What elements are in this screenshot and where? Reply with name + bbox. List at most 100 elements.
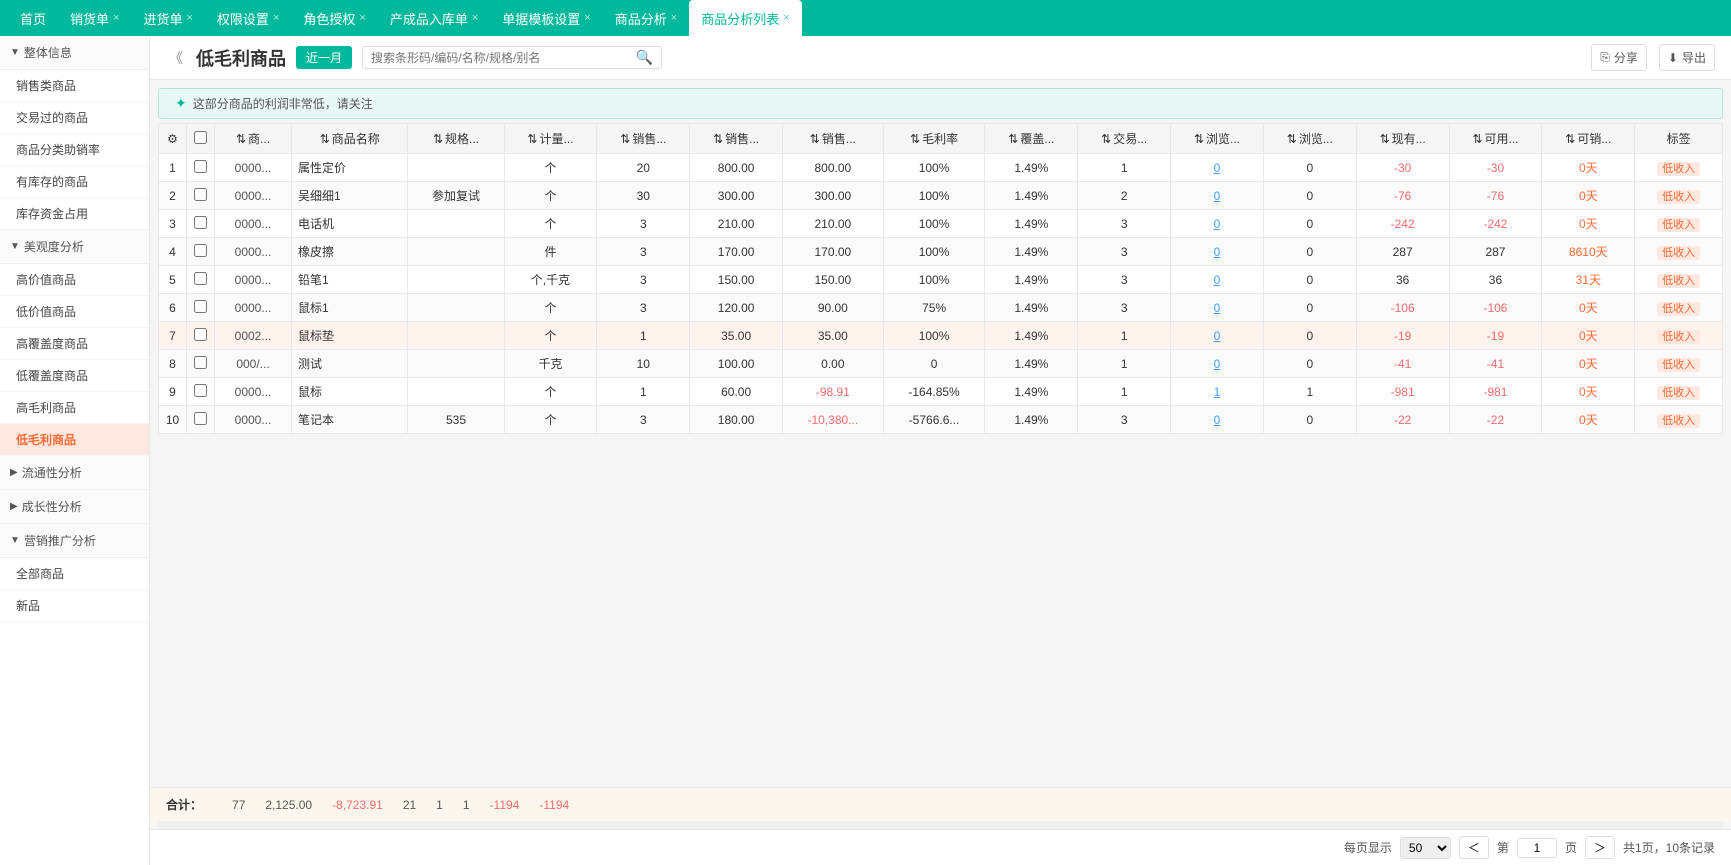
view1-link[interactable]: 0 [1214,329,1221,343]
group-overall-arrow: ▼ [10,47,20,58]
sidebar-group-growth[interactable]: ▶ 成长性分析 [0,490,149,524]
cell-checkbox[interactable] [187,182,215,210]
cell-available: 36 [1449,266,1542,294]
cell-checkbox[interactable] [187,210,215,238]
cell-code: 0000... [215,294,292,322]
cell-code: 0000... [215,182,292,210]
nav-template-close[interactable]: × [584,12,590,24]
sidebar-group-overall[interactable]: ▼ 整体信息 [0,36,149,70]
sidebar-item-low-coverage[interactable]: 低覆盖度商品 [0,360,149,392]
cell-name: 笔记本 [292,406,408,434]
nav-template[interactable]: 单据模板设置 × [490,0,602,36]
row-checkbox[interactable] [194,412,207,425]
search-icon[interactable]: 🔍 [636,49,653,66]
view1-link[interactable]: 0 [1214,273,1221,287]
view1-link[interactable]: 0 [1214,189,1221,203]
view1-link[interactable]: 0 [1214,413,1221,427]
sidebar-item-low-margin[interactable]: 低毛利商品 [0,424,149,456]
per-page-select[interactable]: 50 100 200 [1400,837,1451,859]
sidebar-item-new-products[interactable]: 新品 [0,590,149,622]
sidebar-group-liquidity[interactable]: ▶ 流通性分析 [0,456,149,490]
view1-link[interactable]: 0 [1214,301,1221,315]
settings-icon[interactable]: ⚙ [167,132,178,146]
nav-sales[interactable]: 销货单 × [58,0,131,36]
sidebar-item-low-value[interactable]: 低价值商品 [0,296,149,328]
nav-product-analysis-list-close[interactable]: × [783,12,789,24]
cell-no: 6 [159,294,187,322]
export-button[interactable]: ⬇ 导出 [1659,44,1715,71]
nav-sales-close[interactable]: × [113,12,119,24]
view1-link[interactable]: 0 [1214,217,1221,231]
row-checkbox[interactable] [194,272,207,285]
total-sales-profit: -8,723.91 [332,798,383,812]
nav-product-analysis-list[interactable]: 商品分析列表 × [689,0,801,36]
th-settings[interactable]: ⚙ [159,124,187,154]
page-number-input[interactable] [1517,838,1557,858]
sort-icon: ⇅ [236,132,246,146]
nav-roles[interactable]: 角色授权 × [291,0,377,36]
cell-gross-margin: 0 [883,350,985,378]
view1-link[interactable]: 0 [1214,161,1221,175]
sidebar-item-stock-products[interactable]: 有库存的商品 [0,166,149,198]
view1-link[interactable]: 0 [1214,357,1221,371]
select-all-checkbox[interactable] [194,131,207,144]
horizontal-scrollbar[interactable] [158,821,1723,829]
prev-page-btn[interactable]: ＜ [1459,836,1489,859]
date-filter-btn[interactable]: 近一月 [296,46,352,69]
table-container[interactable]: ⚙ ⇅商... ⇅商品名称 ⇅规格... ⇅计量... ⇅销售... ⇅销售..… [150,123,1731,787]
search-input[interactable] [371,51,636,65]
nav-home[interactable]: 首页 [8,0,58,36]
cell-checkbox[interactable] [187,294,215,322]
nav-product-analysis-close[interactable]: × [671,12,677,24]
next-page-btn[interactable]: ＞ [1585,836,1615,859]
sidebar-collapse-btn[interactable]: 《 [166,44,186,71]
sidebar-group-aesthetics[interactable]: ▼ 美观度分析 [0,230,149,264]
sidebar-item-high-margin[interactable]: 高毛利商品 [0,392,149,424]
row-checkbox[interactable] [194,328,207,341]
cell-view1: 1 [1171,378,1264,406]
row-checkbox[interactable] [194,244,207,257]
sidebar-item-all-products[interactable]: 全部商品 [0,558,149,590]
cell-sales-profit: -98.91 [783,378,884,406]
view1-link[interactable]: 1 [1214,385,1221,399]
row-checkbox[interactable] [194,300,207,313]
row-checkbox[interactable] [194,384,207,397]
cell-sales-qty: 1 [597,322,690,350]
cell-checkbox[interactable] [187,322,215,350]
th-checkbox[interactable] [187,124,215,154]
nav-permissions[interactable]: 权限设置 × [205,0,291,36]
sidebar-item-high-coverage[interactable]: 高覆盖度商品 [0,328,149,360]
share-button[interactable]: ⎘ 分享 [1591,44,1647,71]
sidebar-item-high-value[interactable]: 高价值商品 [0,264,149,296]
row-checkbox[interactable] [194,160,207,173]
nav-roles-close[interactable]: × [359,12,365,24]
nav-purchase-close[interactable]: × [186,12,192,24]
cell-tag: 低收入 [1635,350,1723,378]
nav-product-entry-close[interactable]: × [472,12,478,24]
sidebar-item-category-rate[interactable]: 商品分类助销率 [0,134,149,166]
nav-purchase[interactable]: 进货单 × [131,0,204,36]
row-checkbox[interactable] [194,216,207,229]
view1-link[interactable]: 0 [1214,245,1221,259]
cell-checkbox[interactable] [187,350,215,378]
cell-checkbox[interactable] [187,378,215,406]
cell-checkbox[interactable] [187,238,215,266]
cell-checkbox[interactable] [187,266,215,294]
th-saleable: ⇅可销... [1542,124,1635,154]
nav-product-analysis[interactable]: 商品分析 × [603,0,689,36]
cell-checkbox[interactable] [187,154,215,182]
cell-current: -30 [1356,154,1449,182]
sidebar-item-stock-capital[interactable]: 库存资金占用 [0,198,149,230]
nav-product-entry[interactable]: 产成品入库单 × [378,0,490,36]
cell-code: 0002... [215,322,292,350]
cell-coverage: 1.49% [985,266,1078,294]
cell-view2: 0 [1263,294,1356,322]
sidebar-group-marketing[interactable]: ▼ 营销推广分析 [0,524,149,558]
row-checkbox[interactable] [194,356,207,369]
cell-checkbox[interactable] [187,406,215,434]
footer-totals: 合计： 77 2,125.00 -8,723.91 21 1 1 -1194 -… [150,787,1731,821]
sidebar-item-traded-products[interactable]: 交易过的商品 [0,102,149,134]
sidebar-item-sales-products[interactable]: 销售类商品 [0,70,149,102]
nav-permissions-close[interactable]: × [273,12,279,24]
row-checkbox[interactable] [194,188,207,201]
